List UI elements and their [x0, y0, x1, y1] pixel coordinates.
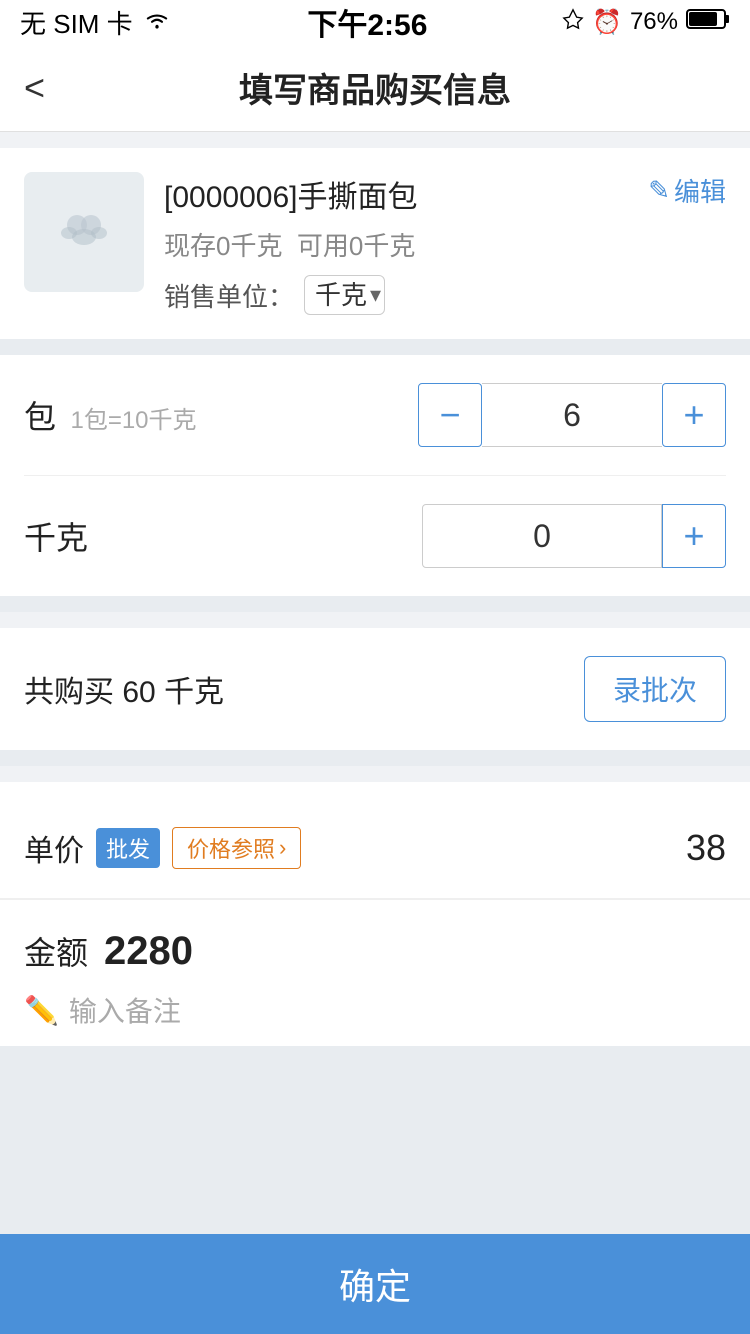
- price-section: 单价 批发 价格参照 › 38: [0, 798, 750, 899]
- edit-button[interactable]: ✎ 编辑: [648, 172, 726, 209]
- bao-stepper: − +: [418, 383, 726, 447]
- pifa-tag: 批发: [96, 828, 160, 868]
- bao-input-row: 包 1包=10千克 − +: [24, 355, 726, 476]
- status-bar: 无 SIM 卡 下午2:56 ⏰ 76%: [0, 0, 750, 44]
- kg-stepper: +: [422, 504, 726, 568]
- bao-input[interactable]: [482, 383, 662, 447]
- status-time: 下午2:56: [307, 0, 427, 44]
- main-spacer: [0, 1046, 750, 1234]
- unit-select[interactable]: 千克: [304, 275, 385, 315]
- divider-3: [0, 750, 750, 766]
- alarm-icon: ⏰: [592, 8, 622, 37]
- remark-icon: ✏️: [24, 994, 59, 1027]
- confirm-text: 确定: [339, 1258, 411, 1310]
- bao-hint: 1包=10千克: [70, 407, 196, 434]
- summary-section: 共购买 60 千克 录批次: [0, 628, 750, 750]
- price-value: 38: [686, 827, 726, 869]
- wifi-icon: [141, 7, 173, 38]
- price-ref-button[interactable]: 价格参照 ›: [172, 827, 301, 869]
- product-section: [0000006]手撕面包 ✎ 编辑 现存0千克 可用0千克 销售单位： 千克: [0, 148, 750, 339]
- remark-label: 输入备注: [69, 990, 181, 1030]
- kg-input[interactable]: [422, 504, 662, 568]
- input-section: 包 1包=10千克 − + 千克 +: [0, 355, 750, 596]
- bao-label-group: 包 1包=10千克: [24, 392, 197, 438]
- amount-value: 2280: [104, 929, 193, 974]
- amount-row: 金额 2280: [24, 928, 726, 974]
- battery-text: 76%: [630, 8, 678, 36]
- bao-label: 包: [24, 399, 56, 435]
- price-amount-section: 单价 批发 价格参照 › 38 金额 2280 ✏️ 输入备注: [0, 782, 750, 1046]
- back-button[interactable]: <: [24, 67, 45, 109]
- battery-icon: [686, 8, 730, 37]
- kg-label-group: 千克: [24, 513, 88, 559]
- nav-bar: < 填写商品购买信息: [0, 44, 750, 132]
- price-label: 单价: [24, 826, 84, 870]
- location-icon: [562, 8, 584, 37]
- summary-text: 共购买 60 千克: [24, 667, 224, 711]
- divider-1: [0, 339, 750, 355]
- price-ref-label: 价格参照: [187, 832, 275, 864]
- divider-2: [0, 596, 750, 612]
- product-name: [0000006]手撕面包: [164, 172, 417, 216]
- remark-row[interactable]: ✏️ 输入备注: [24, 990, 726, 1030]
- page-title: 填写商品购买信息: [239, 63, 511, 112]
- kg-label: 千克: [24, 520, 88, 556]
- product-header: [0000006]手撕面包 ✎ 编辑: [164, 172, 726, 216]
- price-ref-arrow: ›: [279, 835, 286, 861]
- edit-label: 编辑: [674, 172, 726, 209]
- amount-label: 金额: [24, 928, 88, 974]
- unit-label: 销售单位：: [164, 277, 294, 314]
- carrier-text: 无 SIM 卡: [20, 4, 133, 41]
- status-right: ⏰ 76%: [562, 8, 730, 37]
- kg-input-row: 千克 +: [24, 476, 726, 596]
- product-unit-row: 销售单位： 千克: [164, 275, 726, 315]
- edit-icon: ✎: [648, 175, 670, 206]
- product-image: [24, 172, 144, 292]
- status-left: 无 SIM 卡: [20, 4, 173, 41]
- product-stock: 现存0千克 可用0千克: [164, 226, 726, 263]
- bao-increment-button[interactable]: +: [662, 383, 726, 447]
- confirm-button[interactable]: 确定: [0, 1234, 750, 1334]
- batch-button[interactable]: 录批次: [584, 656, 726, 722]
- unit-select-wrap[interactable]: 千克: [304, 275, 387, 315]
- kg-increment-button[interactable]: +: [662, 504, 726, 568]
- price-left: 单价 批发 价格参照 ›: [24, 826, 301, 870]
- product-info: [0000006]手撕面包 ✎ 编辑 现存0千克 可用0千克 销售单位： 千克: [164, 172, 726, 315]
- bao-decrement-button[interactable]: −: [418, 383, 482, 447]
- amount-section: 金额 2280 ✏️ 输入备注: [0, 899, 750, 1046]
